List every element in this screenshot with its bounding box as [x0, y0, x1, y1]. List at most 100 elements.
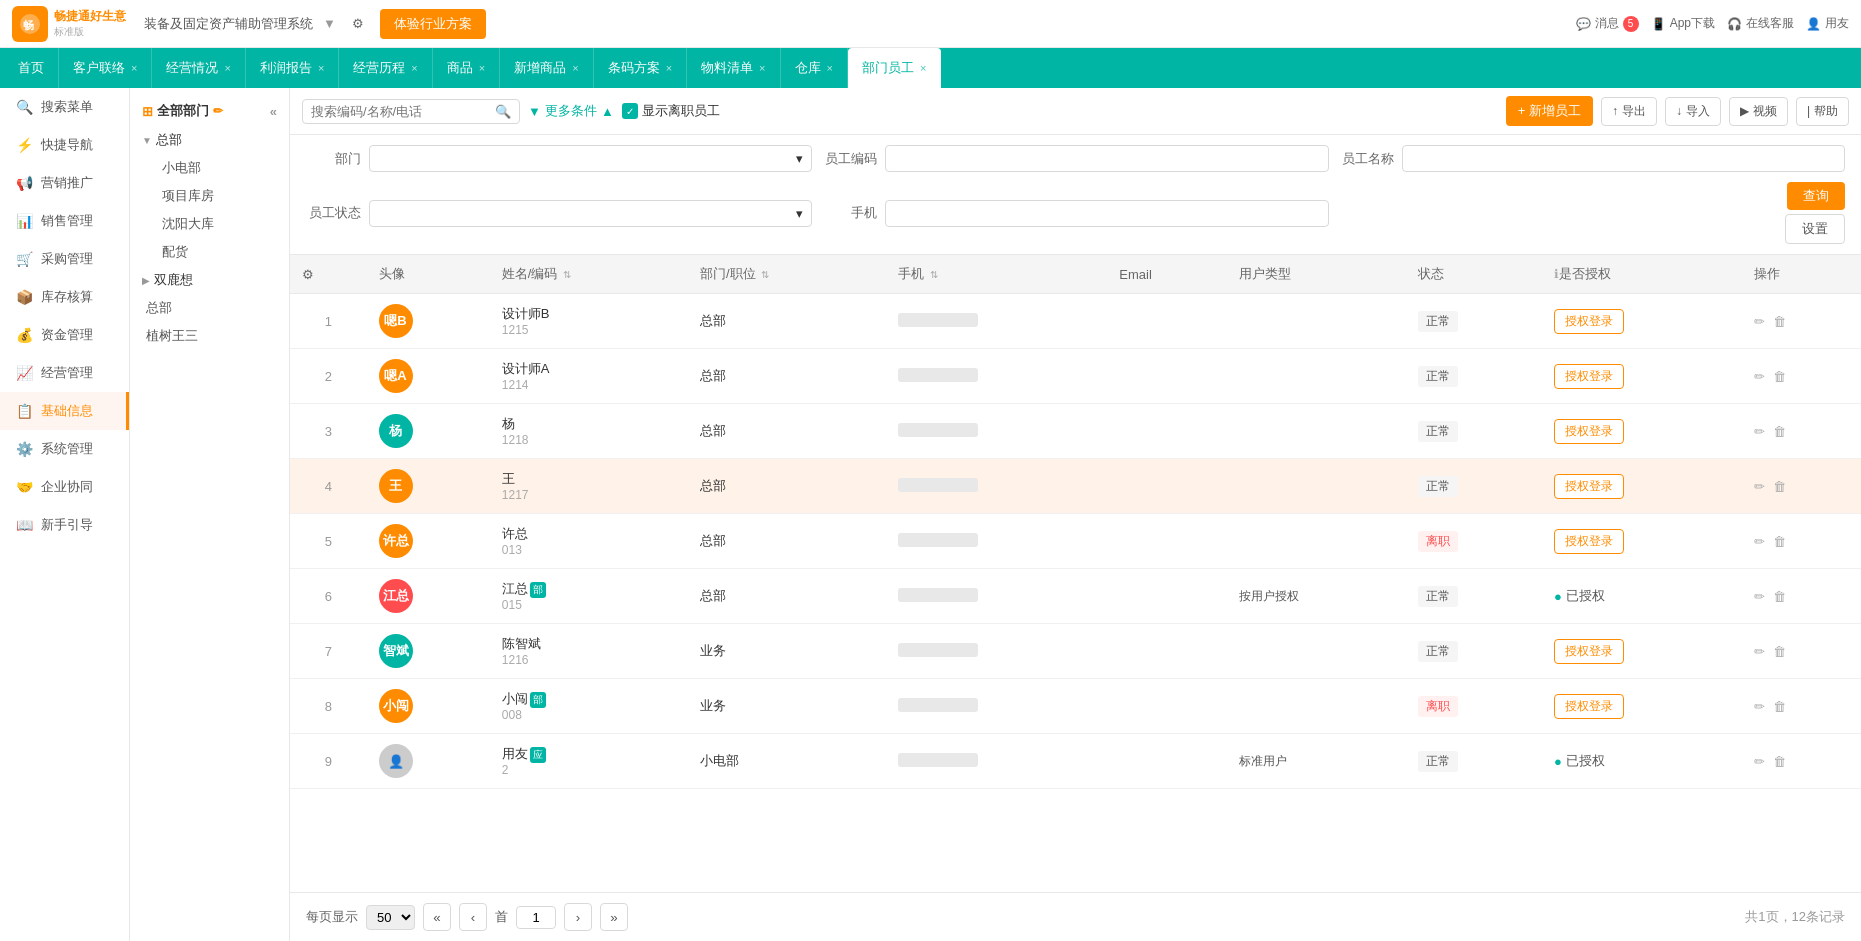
delete-icon[interactable]: 🗑 [1773, 754, 1786, 769]
show-resigned-checkbox[interactable]: ✓ 显示离职员工 [622, 102, 720, 120]
app-download-button[interactable]: 📱 App下载 [1651, 15, 1715, 32]
dept-item-projectroom[interactable]: 项目库房 [154, 182, 281, 210]
sidebar-item-shortcut[interactable]: ⚡ 快捷导航 [0, 126, 129, 164]
dropdown-arrow-system[interactable]: ▼ [323, 16, 336, 31]
import-button[interactable]: ↓ 导入 [1665, 97, 1721, 126]
delete-icon[interactable]: 🗑 [1773, 644, 1786, 659]
sidebar-item-collab[interactable]: 🤝 企业协同 [0, 468, 129, 506]
sidebar-item-search[interactable]: 🔍 搜索菜单 [0, 88, 129, 126]
delete-icon[interactable]: 🗑 [1773, 424, 1786, 439]
user-menu[interactable]: 👤 用友 [1806, 15, 1849, 32]
sidebar-item-finance[interactable]: 💰 资金管理 [0, 316, 129, 354]
query-button[interactable]: 查询 [1787, 182, 1845, 210]
tab-staff[interactable]: 部门员工 × [848, 48, 941, 88]
message-button[interactable]: 💬 消息 5 [1576, 15, 1639, 32]
edit-dept-icon[interactable]: ✏ [213, 104, 223, 118]
search-input-wrap[interactable]: 🔍 [302, 99, 520, 124]
auth-button[interactable]: 授权登录 [1554, 694, 1624, 719]
auth-button[interactable]: 授权登录 [1554, 639, 1624, 664]
emp-status-select[interactable]: ▾ [369, 200, 812, 227]
dept-group-general[interactable]: ▼总部 [138, 126, 281, 154]
close-icon[interactable]: × [224, 62, 230, 74]
edit-icon[interactable]: ✏ [1754, 754, 1765, 769]
sidebar-item-marketing[interactable]: 📢 营销推广 [0, 164, 129, 202]
tab-operation[interactable]: 经营情况 × [152, 48, 245, 88]
phone-input[interactable] [885, 200, 1328, 227]
dept-item-xiaodian[interactable]: 小电部 [154, 154, 281, 182]
col-name[interactable]: 姓名/编码 ⇅ [490, 255, 688, 294]
edit-icon[interactable]: ✏ [1754, 644, 1765, 659]
auth-button[interactable]: 授权登录 [1554, 364, 1624, 389]
edit-icon[interactable]: ✏ [1754, 699, 1765, 714]
dept-item-zongbu[interactable]: 总部 [138, 294, 281, 322]
tab-customer[interactable]: 客户联络 × [59, 48, 152, 88]
prev-page-button[interactable]: ‹ [459, 903, 487, 931]
search-input[interactable] [311, 104, 491, 119]
page-size-select[interactable]: 50 [366, 905, 415, 930]
delete-icon[interactable]: 🗑 [1773, 369, 1786, 384]
edit-icon[interactable]: ✏ [1754, 314, 1765, 329]
sidebar-item-management[interactable]: 📈 经营管理 [0, 354, 129, 392]
edit-icon[interactable]: ✏ [1754, 369, 1765, 384]
sidebar-item-sales[interactable]: 📊 销售管理 [0, 202, 129, 240]
delete-icon[interactable]: 🗑 [1773, 589, 1786, 604]
edit-icon[interactable]: ✏ [1754, 479, 1765, 494]
close-icon[interactable]: × [131, 62, 137, 74]
help-button[interactable]: | 帮助 [1796, 97, 1849, 126]
last-page-button[interactable]: » [600, 903, 628, 931]
service-button[interactable]: 🎧 在线客服 [1727, 15, 1794, 32]
close-icon[interactable]: × [479, 62, 485, 74]
edit-icon[interactable]: ✏ [1754, 424, 1765, 439]
add-employee-button[interactable]: + 新增员工 [1506, 96, 1593, 126]
export-button[interactable]: ↑ 导出 [1601, 97, 1657, 126]
sidebar-item-guide[interactable]: 📖 新手引导 [0, 506, 129, 544]
dept-item-zhishu[interactable]: 植树王三 [138, 322, 281, 350]
sidebar-item-inventory[interactable]: 📦 库存核算 [0, 278, 129, 316]
tab-home[interactable]: 首页 [4, 48, 59, 88]
delete-icon[interactable]: 🗑 [1773, 479, 1786, 494]
delete-icon[interactable]: 🗑 [1773, 534, 1786, 549]
edit-icon[interactable]: ✏ [1754, 534, 1765, 549]
tab-profit[interactable]: 利润报告 × [246, 48, 339, 88]
close-icon[interactable]: × [759, 62, 765, 74]
dept-item-shenyang[interactable]: 沈阳大库 [154, 210, 281, 238]
tab-history[interactable]: 经营历程 × [339, 48, 432, 88]
auth-button[interactable]: 授权登录 [1554, 419, 1624, 444]
sidebar-item-basic-info[interactable]: 📋 基础信息 [0, 392, 129, 430]
close-icon[interactable]: × [666, 62, 672, 74]
auth-button[interactable]: 授权登录 [1554, 529, 1624, 554]
tab-bom[interactable]: 物料清单 × [687, 48, 780, 88]
first-page-button[interactable]: « [423, 903, 451, 931]
close-icon[interactable]: × [827, 62, 833, 74]
dept-group-shuanglu[interactable]: ▶双鹿想 [138, 266, 281, 294]
sidebar-item-system[interactable]: ⚙️ 系统管理 [0, 430, 129, 468]
close-icon[interactable]: × [920, 62, 926, 74]
tab-barcode[interactable]: 条码方案 × [594, 48, 687, 88]
tab-add-goods[interactable]: 新增商品 × [500, 48, 593, 88]
collapse-icon[interactable]: « [270, 104, 277, 119]
view-button[interactable]: ▶ 视频 [1729, 97, 1788, 126]
dept-select[interactable]: ▾ [369, 145, 812, 172]
close-icon[interactable]: × [411, 62, 417, 74]
gear-button[interactable]: ⚙ [344, 10, 372, 38]
sidebar-item-purchase[interactable]: 🛒 采购管理 [0, 240, 129, 278]
dept-item-peihuo[interactable]: 配货 [154, 238, 281, 266]
emp-name-input[interactable] [1402, 145, 1845, 172]
more-filters-button[interactable]: ▼ 更多条件 ▲ [528, 102, 614, 120]
trial-button[interactable]: 体验行业方案 [380, 9, 486, 39]
close-icon[interactable]: × [572, 62, 578, 74]
edit-icon[interactable]: ✏ [1754, 589, 1765, 604]
close-icon[interactable]: × [318, 62, 324, 74]
auth-button[interactable]: 授权登录 [1554, 474, 1624, 499]
col-settings[interactable]: ⚙ [290, 255, 367, 294]
page-number-input[interactable] [516, 906, 556, 929]
delete-icon[interactable]: 🗑 [1773, 314, 1786, 329]
tab-warehouse[interactable]: 仓库 × [781, 48, 848, 88]
col-phone[interactable]: 手机 ⇅ [886, 255, 1107, 294]
auth-button[interactable]: 授权登录 [1554, 309, 1624, 334]
set-button[interactable]: 设置 [1785, 214, 1845, 244]
next-page-button[interactable]: › [564, 903, 592, 931]
delete-icon[interactable]: 🗑 [1773, 699, 1786, 714]
emp-code-input[interactable] [885, 145, 1328, 172]
col-dept[interactable]: 部门/职位 ⇅ [688, 255, 886, 294]
